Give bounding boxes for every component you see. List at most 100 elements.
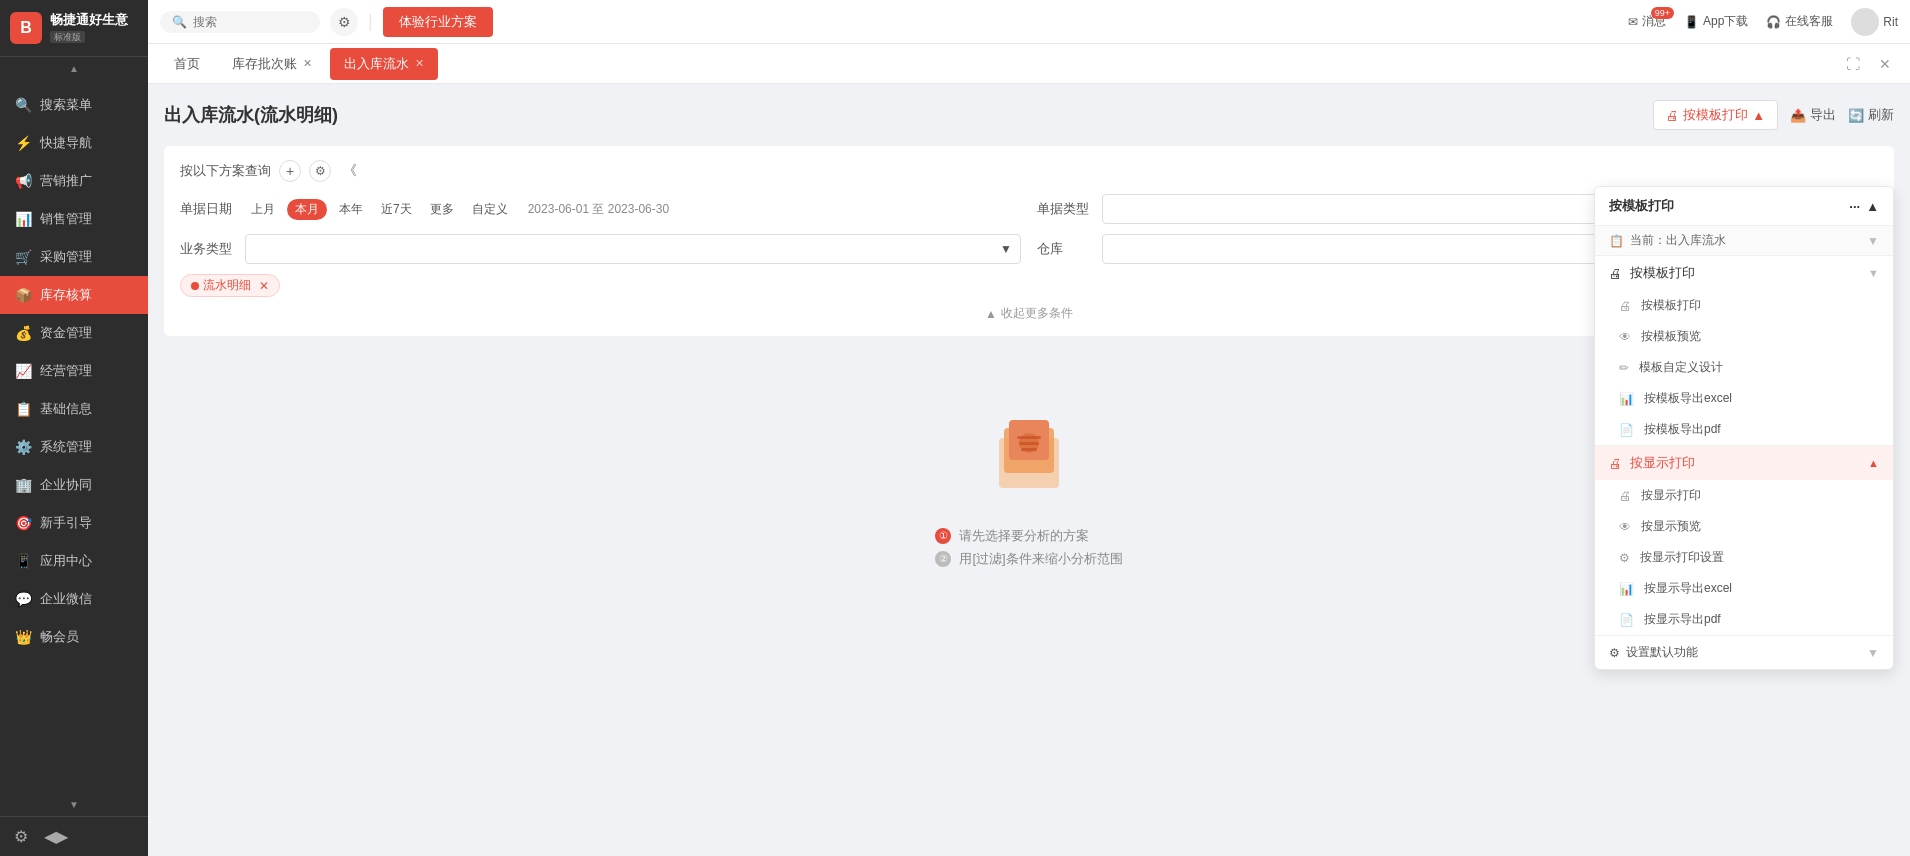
sidebar-item-enterprise[interactable]: 🏢 企业协同	[0, 466, 148, 504]
user-avatar-btn[interactable]: Rit	[1851, 8, 1898, 36]
search-input[interactable]	[193, 15, 293, 29]
dropdown-section-template-header[interactable]: 🖨 按模板打印 ▼	[1595, 256, 1893, 290]
dropdown-item-display-settings[interactable]: ⚙ 按显示打印设置	[1595, 542, 1893, 573]
dropdown-item-display-print[interactable]: 🖨 按显示打印	[1595, 480, 1893, 511]
dropdown-item-display-pdf[interactable]: 📄 按显示导出pdf	[1595, 604, 1893, 635]
sidebar-item-apps[interactable]: 📱 应用中心	[0, 542, 148, 580]
dropdown-chevron-up-icon[interactable]: ▲	[1866, 199, 1879, 214]
template-print-btn[interactable]: 🖨 按模板打印 ▲	[1653, 100, 1778, 130]
print-icon: 🖨	[1666, 108, 1679, 123]
sidebar-logo: B 畅捷通好生意 标准版	[0, 0, 148, 57]
dropdown-item-display-preview[interactable]: 👁 按显示预览	[1595, 511, 1893, 542]
business-type-select[interactable]: ▼	[245, 234, 1021, 264]
export-btn[interactable]: 📤 导出	[1790, 106, 1836, 124]
footer-chevron: ▼	[1867, 646, 1879, 660]
settings-bottom-icon[interactable]: ⚙	[14, 827, 28, 846]
dropdown-section-display-header[interactable]: 🖨 按显示打印 ▲	[1595, 446, 1893, 480]
online-service-btn[interactable]: 🎧 在线客服	[1766, 13, 1833, 30]
sidebar-item-basics[interactable]: 📋 基础信息	[0, 390, 148, 428]
message-btn[interactable]: ✉ 消息 99+	[1628, 13, 1666, 30]
sidebar-item-operations[interactable]: 📈 经营管理	[0, 352, 148, 390]
tab-flow[interactable]: 出入库流水 ✕	[330, 48, 438, 80]
marketing-icon: 📢	[14, 172, 32, 190]
dropdown-item-template-pdf[interactable]: 📄 按模板导出pdf	[1595, 414, 1893, 445]
flow-tag-close[interactable]: ✕	[259, 279, 269, 293]
business-type-chevron-icon: ▼	[1000, 242, 1012, 256]
warehouse-label: 仓库	[1037, 240, 1092, 258]
topbar-settings-btn[interactable]: ⚙	[330, 8, 358, 36]
refresh-btn[interactable]: 🔄 刷新	[1848, 106, 1894, 124]
sidebar-scroll-down[interactable]: ▼	[0, 793, 148, 816]
svg-rect-5	[1019, 442, 1039, 445]
sidebar-item-finance[interactable]: 💰 资金管理	[0, 314, 148, 352]
date-option-7days[interactable]: 近7天	[375, 199, 418, 220]
dropdown-more-icon[interactable]: ···	[1849, 199, 1860, 214]
message-badge: 99+	[1651, 7, 1674, 19]
template-section-icon: 🖨	[1609, 266, 1622, 281]
dropdown-template-items: 🖨 按模板打印 👁 按模板预览 ✏ 模板自定义设计 📊 按模板导出excel	[1595, 290, 1893, 445]
dropdown-footer[interactable]: ⚙ 设置默认功能 ▼	[1595, 636, 1893, 669]
tab-maximize-btn[interactable]: ⛶	[1840, 51, 1866, 77]
dropdown-current-label: 📋 当前：出入库流水 ▼	[1595, 226, 1893, 256]
date-label: 单据日期	[180, 200, 235, 218]
sidebar-item-inventory[interactable]: 📦 库存核算	[0, 276, 148, 314]
sidebar-item-purchase[interactable]: 🛒 采购管理	[0, 238, 148, 276]
bill-type-label: 单据类型	[1037, 200, 1092, 218]
member-icon: 👑	[14, 628, 32, 646]
dropdown-section-template-title: 🖨 按模板打印	[1609, 264, 1695, 282]
filter-header: 按以下方案查询 + ⚙ 《	[180, 160, 1878, 182]
display-section-icon: 🖨	[1609, 456, 1622, 471]
page-header: 出入库流水(流水明细) 🖨 按模板打印 ▲ 📤 导出 🔄 刷新	[164, 100, 1894, 130]
svg-rect-4	[1017, 436, 1041, 439]
collapse-sidebar-icon[interactable]: ◀▶	[44, 827, 68, 846]
date-option-more[interactable]: 更多	[424, 199, 460, 220]
sidebar-item-marketing[interactable]: 📢 营销推广	[0, 162, 148, 200]
tab-flow-close[interactable]: ✕	[415, 57, 424, 70]
sidebar-item-quick-nav[interactable]: ⚡ 快捷导航	[0, 124, 148, 162]
tab-batch-account-close[interactable]: ✕	[303, 57, 312, 70]
date-option-custom[interactable]: 自定义	[466, 199, 514, 220]
dropdown-section-template: 🖨 按模板打印 ▼ 🖨 按模板打印 👁 按模板预览 ✏	[1595, 256, 1893, 446]
industry-btn[interactable]: 体验行业方案	[383, 7, 493, 37]
tab-home[interactable]: 首页	[160, 48, 214, 80]
date-option-current-month[interactable]: 本月	[287, 199, 327, 220]
app-icon: 📱	[1684, 15, 1699, 29]
dropdown-item-template-print[interactable]: 🖨 按模板打印	[1595, 290, 1893, 321]
filter-collapse-btn[interactable]: 《	[339, 160, 361, 182]
logo-icon: B	[10, 12, 42, 44]
collapse-conditions-btn[interactable]: ▲ 收起更多条件	[985, 305, 1073, 322]
step-num-2: ②	[935, 551, 951, 567]
sidebar-scroll-up[interactable]: ▲	[0, 57, 148, 80]
sidebar-item-wechat[interactable]: 💬 企业微信	[0, 580, 148, 618]
sidebar-item-system[interactable]: ⚙️ 系统管理	[0, 428, 148, 466]
tab-flow-label: 出入库流水	[344, 55, 409, 73]
sidebar-item-label-guide: 新手引导	[40, 514, 92, 532]
tab-close-btn[interactable]: ✕	[1872, 51, 1898, 77]
tab-batch-account[interactable]: 库存批次账 ✕	[218, 48, 326, 80]
sidebar-item-member[interactable]: 👑 畅会员	[0, 618, 148, 656]
dropdown-item-display-excel[interactable]: 📊 按显示导出excel	[1595, 573, 1893, 604]
app-download-btn[interactable]: 📱 App下载	[1684, 13, 1748, 30]
filter-add-btn[interactable]: +	[279, 160, 301, 182]
sidebar-item-sales[interactable]: 📊 销售管理	[0, 200, 148, 238]
gear-icon: ⚙	[338, 14, 351, 30]
current-label-icon: 📋	[1609, 234, 1624, 248]
tab-home-label: 首页	[174, 55, 200, 73]
apps-icon: 📱	[14, 552, 32, 570]
topbar: 🔍 ⚙ | 体验行业方案 ✉ 消息 99+ 📱 App下载 🎧 在线客服	[148, 0, 1910, 44]
dropdown-item-template-design[interactable]: ✏ 模板自定义设计	[1595, 352, 1893, 383]
dropdown-item-template-excel[interactable]: 📊 按模板导出excel	[1595, 383, 1893, 414]
system-icon: ⚙️	[14, 438, 32, 456]
dropdown-item-template-preview[interactable]: 👁 按模板预览	[1595, 321, 1893, 352]
template-print-icon: 🖨	[1619, 299, 1631, 313]
display-print-icon: 🖨	[1619, 489, 1631, 503]
filter-settings-btn[interactable]: ⚙	[309, 160, 331, 182]
display-preview-icon: 👁	[1619, 520, 1631, 534]
empty-icon	[979, 408, 1079, 508]
date-option-current-year[interactable]: 本年	[333, 199, 369, 220]
sidebar-item-search[interactable]: 🔍 搜索菜单	[0, 86, 148, 124]
date-option-last-month[interactable]: 上月	[245, 199, 281, 220]
dropdown-section-display-title: 🖨 按显示打印	[1609, 454, 1695, 472]
sidebar-item-guide[interactable]: 🎯 新手引导	[0, 504, 148, 542]
display-settings-icon: ⚙	[1619, 551, 1630, 565]
